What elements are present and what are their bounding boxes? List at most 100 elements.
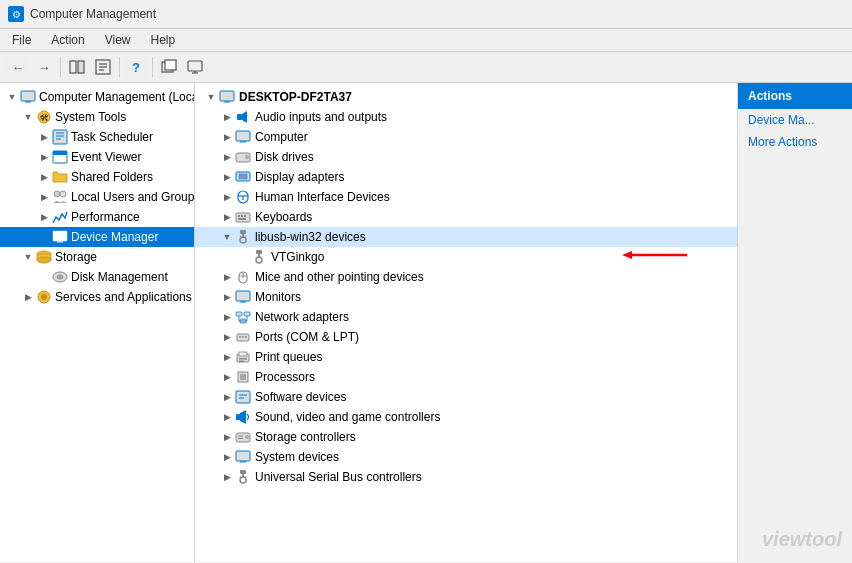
tree-item-performance[interactable]: ▶ Performance: [0, 207, 194, 227]
expand-storage: ▼: [20, 249, 36, 265]
menu-help[interactable]: Help: [143, 31, 184, 49]
tree-item-task-scheduler[interactable]: ▶ Task Scheduler: [0, 127, 194, 147]
tree-label-local-users: Local Users and Groups: [71, 190, 195, 204]
tree-item-shared-folders[interactable]: ▶ Shared Folders: [0, 167, 194, 187]
menu-view[interactable]: View: [97, 31, 139, 49]
show-hide-button[interactable]: [65, 55, 89, 79]
expand-vtginkgo: [235, 249, 251, 265]
processors-icon: [235, 369, 251, 385]
dev-label-computer: Computer: [255, 130, 308, 144]
event-viewer-icon: [52, 149, 68, 165]
middle-panel: ▼ DESKTOP-DF2TA37 ▶ Audio inputs and out…: [195, 83, 737, 562]
app-title: Computer Management: [30, 7, 156, 21]
dev-item-system-devices[interactable]: ▶ System devices: [195, 447, 737, 467]
expand-libusb: ▼: [219, 229, 235, 245]
expand-disk-management: [36, 269, 52, 285]
tree-item-event-viewer[interactable]: ▶ Event Viewer: [0, 147, 194, 167]
dev-item-mice[interactable]: ▶ Mice and other pointing devices: [195, 267, 737, 287]
expand-audio: ▶: [219, 109, 235, 125]
svg-rect-11: [21, 91, 35, 101]
svg-rect-66: [236, 291, 250, 301]
svg-rect-52: [238, 218, 246, 220]
dev-label-processors: Processors: [255, 370, 315, 384]
svg-rect-58: [256, 250, 262, 254]
help-button[interactable]: ?: [124, 55, 148, 79]
tree-label-performance: Performance: [71, 210, 140, 224]
dev-label-mice: Mice and other pointing devices: [255, 270, 424, 284]
dev-item-print-queues[interactable]: ▶ Print queues: [195, 347, 737, 367]
monitor-button[interactable]: [183, 55, 207, 79]
dev-label-audio: Audio inputs and outputs: [255, 110, 387, 124]
tree-item-system-tools[interactable]: ▼ 🛠 System Tools: [0, 107, 194, 127]
tree-label-system-tools: System Tools: [55, 110, 126, 124]
services-icon: [36, 289, 52, 305]
dev-item-software-devices[interactable]: ▶ Software devices: [195, 387, 737, 407]
menu-bar: File Action View Help: [0, 29, 852, 52]
svg-marker-89: [240, 410, 246, 424]
dev-item-disk-drives[interactable]: ▶ Disk drives: [195, 147, 737, 167]
expand-sound: ▶: [219, 409, 235, 425]
computer-dev-icon: [235, 129, 251, 145]
svg-rect-51: [244, 215, 246, 217]
expand-local-users: ▶: [36, 189, 52, 205]
dev-item-storage-controllers[interactable]: ▶ Storage controllers: [195, 427, 737, 447]
expand-human-interface: ▶: [219, 189, 235, 205]
dev-item-human-interface[interactable]: ▶ Human Interface Devices: [195, 187, 737, 207]
expand-usb-controllers: ▶: [219, 469, 235, 485]
tree-item-local-users[interactable]: ▶ Local Users and Groups: [0, 187, 194, 207]
back-button[interactable]: ←: [6, 55, 30, 79]
dev-item-sound[interactable]: ▶ Sound, video and game controllers: [195, 407, 737, 427]
desktop-label: DESKTOP-DF2TA37: [239, 90, 352, 104]
dev-item-vtginkgo[interactable]: VTGinkgo: [195, 247, 737, 267]
dev-label-monitors: Monitors: [255, 290, 301, 304]
forward-button[interactable]: →: [32, 55, 56, 79]
tree-item-services[interactable]: ▶ Services and Applications: [0, 287, 194, 307]
new-window-button[interactable]: [157, 55, 181, 79]
expand-event-viewer: ▶: [36, 149, 52, 165]
properties-button[interactable]: [91, 55, 115, 79]
expand-display-adapters: ▶: [219, 169, 235, 185]
svg-rect-80: [239, 352, 247, 356]
right-panel: Actions Device Ma... More Actions: [737, 83, 852, 562]
dev-item-monitors[interactable]: ▶ Monitors: [195, 287, 737, 307]
svg-rect-49: [238, 215, 240, 217]
dev-label-vtginkgo: VTGinkgo: [271, 250, 324, 264]
storage-controllers-icon: [235, 429, 251, 445]
svg-point-29: [37, 257, 51, 263]
computer-icon: [20, 89, 36, 105]
dev-label-system-devices: System devices: [255, 450, 339, 464]
dev-item-libusb[interactable]: ▼ libusb-win32 devices: [195, 227, 737, 247]
dev-item-processors[interactable]: ▶ Processors: [195, 367, 737, 387]
menu-action[interactable]: Action: [43, 31, 92, 49]
tree-item-storage[interactable]: ▼ Storage: [0, 247, 194, 267]
dev-item-computer[interactable]: ▶ Computer: [195, 127, 737, 147]
svg-rect-7: [165, 60, 176, 70]
dev-item-display-adapters[interactable]: ▶ Display adapters: [195, 167, 737, 187]
dev-label-usb-controllers: Universal Serial Bus controllers: [255, 470, 422, 484]
expand-print-queues: ▶: [219, 349, 235, 365]
expand-processors: ▶: [219, 369, 235, 385]
expand-mice: ▶: [219, 269, 235, 285]
tree-label-device-manager: Device Manager: [71, 230, 158, 244]
tree-item-disk-management[interactable]: Disk Management: [0, 267, 194, 287]
expand-device-manager: [36, 229, 52, 245]
local-users-icon: [52, 189, 68, 205]
left-panel: ▼ Computer Management (Local ▼ 🛠 System …: [0, 83, 195, 562]
action-link-device-manager[interactable]: Device Ma...: [738, 109, 852, 131]
svg-rect-50: [241, 215, 243, 217]
tree-item-root[interactable]: ▼ Computer Management (Local: [0, 87, 194, 107]
vtginkgo-icon: [251, 249, 267, 265]
desktop-icon: [219, 89, 235, 105]
action-link-more[interactable]: More Actions: [738, 131, 852, 153]
menu-file[interactable]: File: [4, 31, 39, 49]
software-devices-icon: [235, 389, 251, 405]
svg-rect-21: [53, 151, 67, 155]
dev-item-ports[interactable]: ▶ Ports (COM & LPT): [195, 327, 737, 347]
svg-rect-44: [239, 174, 247, 179]
device-tree-header[interactable]: ▼ DESKTOP-DF2TA37: [195, 87, 737, 107]
dev-item-audio[interactable]: ▶ Audio inputs and outputs: [195, 107, 737, 127]
tree-item-device-manager[interactable]: Device Manager: [0, 227, 194, 247]
dev-item-network[interactable]: ▶ Network adapters: [195, 307, 737, 327]
dev-item-keyboards[interactable]: ▶ Keyboards: [195, 207, 737, 227]
dev-item-usb-controllers[interactable]: ▶ Universal Serial Bus controllers: [195, 467, 737, 487]
